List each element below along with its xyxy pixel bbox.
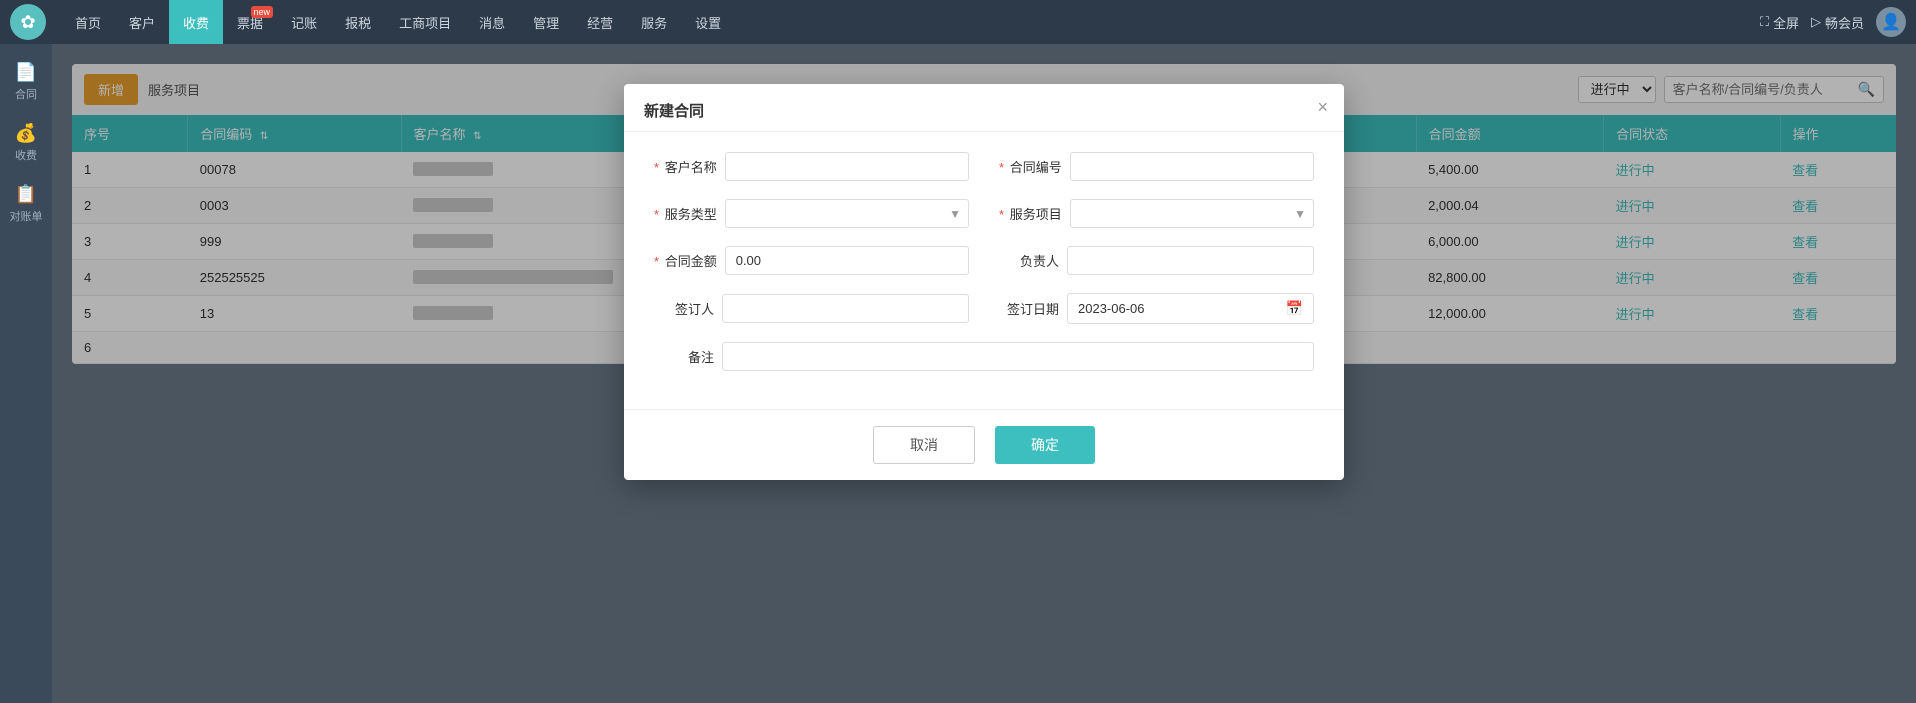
nav-bookkeeping[interactable]: 记账 [277, 0, 331, 44]
contract-no-input[interactable] [1070, 152, 1314, 181]
form-group-customer: * 客户名称 [654, 152, 969, 181]
form-group-amount: * 合同金额 [654, 246, 969, 275]
form-row-4: 签订人 签订日期 📅 [654, 293, 1314, 324]
sidebar: 📄 合同 💰 收费 📋 对账单 [0, 44, 52, 703]
remark-input[interactable] [722, 342, 1314, 371]
sign-date-input[interactable] [1078, 301, 1280, 316]
nav-messages[interactable]: 消息 [465, 0, 519, 44]
form-group-remark: 备注 [654, 342, 1314, 371]
service-type-label: * 服务类型 [654, 204, 717, 223]
fullscreen-icon: ⛶ [1760, 14, 1769, 30]
new-badge: new [251, 6, 274, 18]
modal-footer: 取消 确定 [624, 409, 1344, 480]
fullscreen-button[interactable]: ⛶ 全屏 [1760, 13, 1799, 32]
sidebar-item-contract[interactable]: 📄 合同 [0, 54, 52, 110]
service-item-form-label: * 服务项目 [999, 204, 1062, 223]
form-row-5: 备注 [654, 342, 1314, 371]
nav-service[interactable]: 服务 [627, 0, 681, 44]
form-group-responsible: 负责人 [999, 246, 1314, 275]
nav-admin[interactable]: 管理 [519, 0, 573, 44]
nav-home[interactable]: 首页 [61, 0, 115, 44]
customer-name-label: * 客户名称 [654, 157, 717, 176]
main-layout: 📄 合同 💰 收费 📋 对账单 新增 服务项目 进行中 已完成 已终止 [0, 44, 1916, 703]
sidebar-item-billing[interactable]: 💰 收费 [0, 115, 52, 171]
service-type-select[interactable] [725, 199, 969, 228]
nav-operations[interactable]: 经营 [573, 0, 627, 44]
user-avatar[interactable]: 👤 [1876, 7, 1906, 37]
modal-overlay: 新建合同 × * 客户名称 [52, 44, 1916, 703]
responsible-label: 负责人 [999, 251, 1059, 270]
nav-settings[interactable]: 设置 [681, 0, 735, 44]
form-group-signer: 签订人 [654, 293, 969, 324]
statement-icon: 📋 [15, 184, 37, 205]
calendar-icon[interactable]: 📅 [1286, 300, 1303, 317]
confirm-button[interactable]: 确定 [995, 426, 1095, 464]
signer-input[interactable] [722, 294, 969, 323]
signer-label: 签订人 [654, 299, 714, 318]
modal-body: * 客户名称 * 合同编号 [624, 132, 1344, 409]
form-group-service-type: * 服务类型 ▼ [654, 199, 969, 228]
play-icon: ▷ [1811, 14, 1821, 30]
content-area: 新增 服务项目 进行中 已完成 已终止 🔍 [52, 44, 1916, 703]
avatar-icon: 👤 [1881, 12, 1901, 32]
form-row-1: * 客户名称 * 合同编号 [654, 152, 1314, 181]
form-group-sign-date: 签订日期 📅 [999, 293, 1314, 324]
form-group-contract-no: * 合同编号 [999, 152, 1314, 181]
service-item-select[interactable] [1070, 199, 1314, 228]
contract-amount-label: * 合同金额 [654, 251, 717, 270]
service-type-select-wrapper: ▼ [725, 199, 969, 228]
nav-right-area: ⛶ 全屏 ▷ 畅会员 👤 [1760, 7, 1906, 37]
sign-date-label: 签订日期 [999, 299, 1059, 318]
billing-icon: 💰 [15, 123, 37, 144]
new-contract-modal: 新建合同 × * 客户名称 [624, 84, 1344, 480]
form-group-service-item: * 服务项目 ▼ [999, 199, 1314, 228]
logo[interactable]: ✿ [10, 4, 46, 40]
member-button[interactable]: ▷ 畅会员 [1811, 13, 1864, 32]
contract-icon: 📄 [15, 62, 37, 83]
responsible-input[interactable] [1067, 246, 1314, 275]
contract-amount-input[interactable] [725, 246, 969, 275]
customer-name-input[interactable] [725, 152, 969, 181]
logo-icon: ✿ [20, 12, 35, 33]
cancel-button[interactable]: 取消 [873, 426, 975, 464]
modal-close-button[interactable]: × [1317, 98, 1328, 116]
modal-header: 新建合同 × [624, 84, 1344, 132]
service-item-select-wrapper: ▼ [1070, 199, 1314, 228]
form-row-2: * 服务类型 ▼ * 服务项目 [654, 199, 1314, 228]
nav-invoice[interactable]: 票据 new [223, 0, 277, 44]
contract-no-label: * 合同编号 [999, 157, 1062, 176]
sidebar-item-statement[interactable]: 📋 对账单 [0, 176, 52, 232]
form-row-3: * 合同金额 负责人 [654, 246, 1314, 275]
remark-label: 备注 [654, 347, 714, 366]
nav-customer[interactable]: 客户 [115, 0, 169, 44]
nav-billing[interactable]: 收费 [169, 0, 223, 44]
nav-tax[interactable]: 报税 [331, 0, 385, 44]
modal-title: 新建合同 [644, 103, 704, 120]
top-navigation: ✿ 首页 客户 收费 票据 new 记账 报税 工商项目 消息 管理 经营 服务… [0, 0, 1916, 44]
nav-biz-projects[interactable]: 工商项目 [385, 0, 465, 44]
sign-date-wrapper: 📅 [1067, 293, 1314, 324]
nav-menu: 首页 客户 收费 票据 new 记账 报税 工商项目 消息 管理 经营 服务 设… [61, 0, 1760, 44]
